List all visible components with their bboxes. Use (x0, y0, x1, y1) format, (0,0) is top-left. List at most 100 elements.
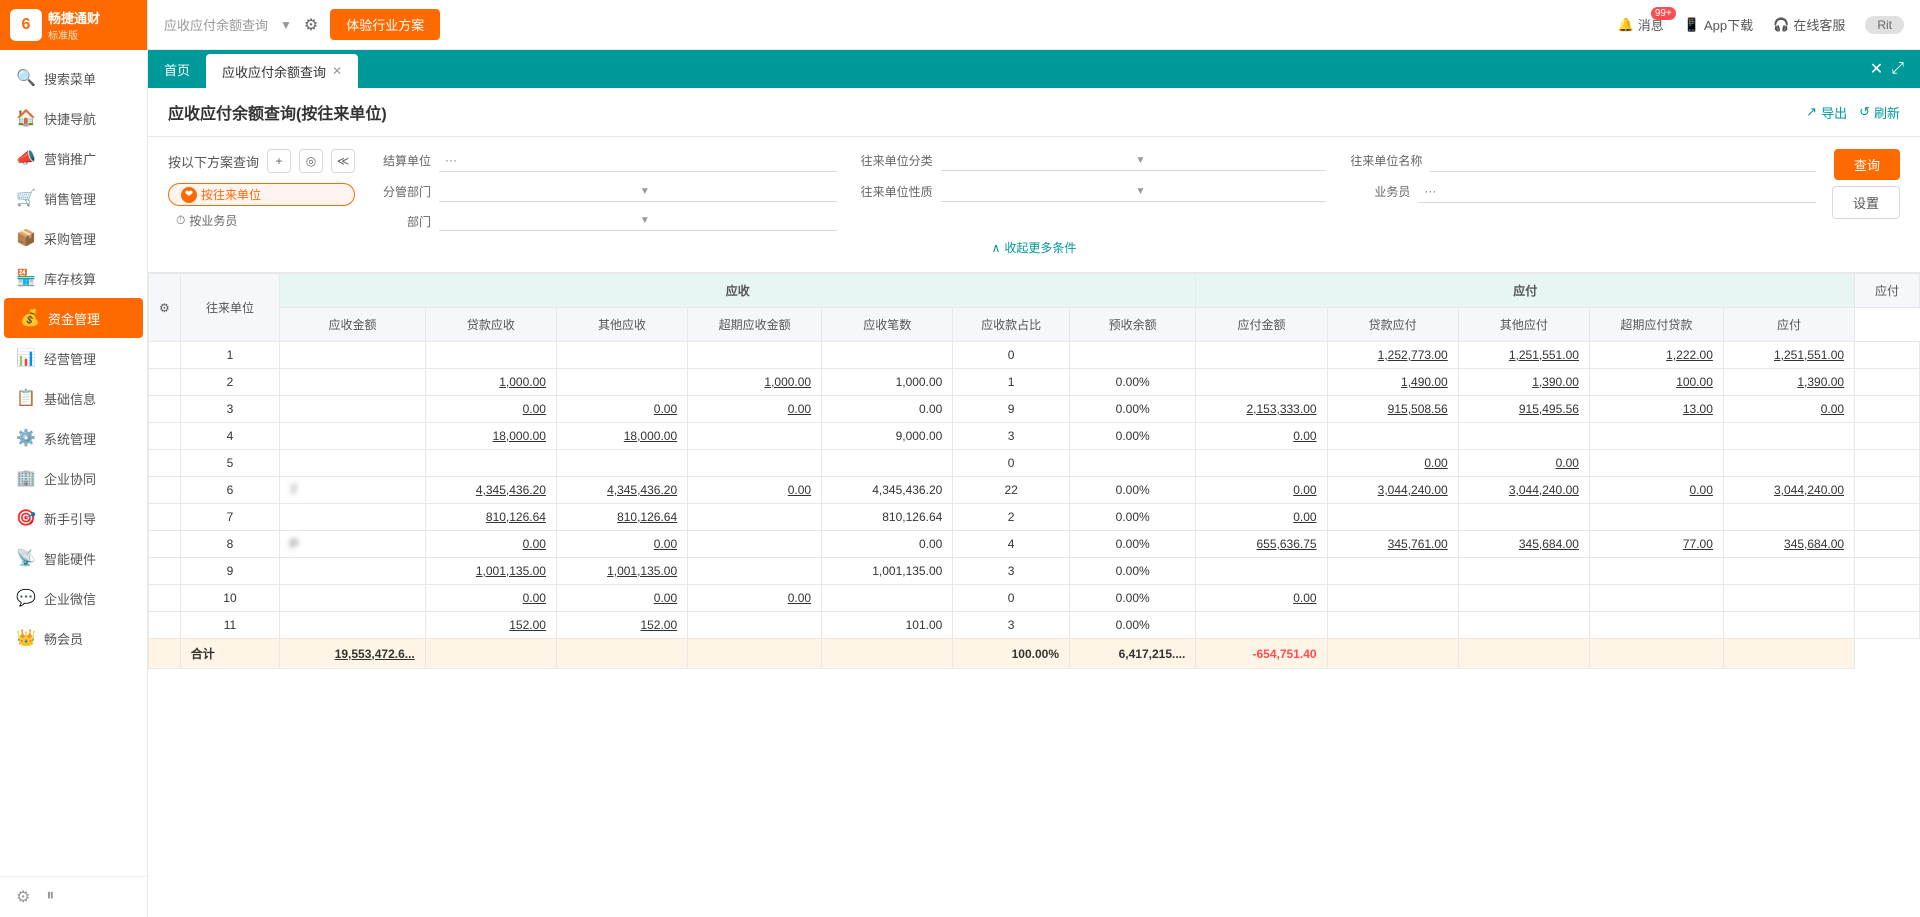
ap-loan-cell[interactable]: 1,251,551.00 (1458, 342, 1589, 369)
scheme-settings-button[interactable]: ◎ (299, 149, 323, 173)
ap-overdue-cell[interactable]: 1,251,551.00 (1723, 342, 1854, 369)
chevron-down-icon[interactable]: ▼ (280, 18, 292, 32)
sidebar-item-basic-info[interactable]: 📋 基础信息 (0, 378, 147, 418)
ap-loan-cell[interactable]: 3,044,240.00 (1458, 477, 1589, 504)
salesperson-input[interactable] (1418, 180, 1816, 203)
query-button[interactable]: 查询 (1834, 149, 1900, 180)
sidebar-item-inventory[interactable]: 🏪 库存核算 (0, 258, 147, 298)
ap-loan-cell[interactable]: 1,390.00 (1458, 369, 1589, 396)
sidebar-item-operations[interactable]: 📊 经营管理 (0, 338, 147, 378)
ar-advance-cell[interactable]: 655,636.75 (1196, 531, 1327, 558)
ap-other-cell[interactable]: 77.00 (1589, 531, 1723, 558)
tab-close-icon[interactable]: ✕ (332, 64, 342, 78)
scheme-by-salesperson[interactable]: ⏱ 按业务员 (168, 210, 355, 231)
scheme-by-partner[interactable]: ❤ 按往来单位 (168, 183, 355, 206)
ar-loan-cell[interactable]: 0.00 (556, 585, 687, 612)
ar-other-cell[interactable]: 0.00 (688, 477, 822, 504)
dept-select[interactable]: ▼ (439, 211, 837, 231)
notify-button[interactable]: 🔔 消息 99+ (1618, 15, 1664, 34)
sidebar-item-finance[interactable]: 💰 资金管理 (4, 298, 143, 338)
collapse-bottom-icon[interactable]: ⏸ (46, 887, 54, 907)
ap-amount-cell[interactable]: 0.00 (1327, 450, 1458, 477)
ar-amount-cell[interactable]: 0.00 (425, 531, 556, 558)
ap-amount-cell[interactable]: 3,044,240.00 (1327, 477, 1458, 504)
ap-amount-cell[interactable]: 1,490.00 (1327, 369, 1458, 396)
ar-amount-cell[interactable]: 18,000.00 (425, 423, 556, 450)
ap-overdue-cell[interactable]: 345,684.00 (1723, 531, 1854, 558)
user-menu[interactable]: Rit (1865, 16, 1904, 34)
sidebar-item-system[interactable]: ⚙️ 系统管理 (0, 418, 147, 458)
ar-loan-cell[interactable]: 0.00 (556, 531, 687, 558)
ar-loan-cell[interactable]: 18,000.00 (556, 423, 687, 450)
online-service-button[interactable]: 🎧 在线客服 (1773, 15, 1845, 34)
settings-bottom-icon[interactable]: ⚙ (16, 887, 30, 907)
ap-other-cell[interactable]: 1,222.00 (1589, 342, 1723, 369)
ap-overdue-cell[interactable]: 1,390.00 (1723, 369, 1854, 396)
table-container[interactable]: ⚙ 往来单位 应收 应付 应付 应收金额 贷款应收 其他应收 超期应收金额 应收… (148, 273, 1920, 917)
ap-overdue-cell[interactable]: 0.00 (1723, 396, 1854, 423)
settlement-unit-input[interactable] (439, 149, 837, 172)
partner-category-select[interactable]: ▼ (941, 151, 1327, 171)
sidebar-item-purchase[interactable]: 📦 采购管理 (0, 218, 147, 258)
ar-other-cell[interactable]: 0.00 (688, 585, 822, 612)
ar-other-cell[interactable]: 0.00 (688, 396, 822, 423)
sidebar-item-member[interactable]: 👑 畅会员 (0, 618, 147, 658)
ap-amount-cell[interactable]: 345,761.00 (1327, 531, 1458, 558)
refresh-button[interactable]: ↺ 刷新 (1859, 103, 1900, 122)
ap-other-cell[interactable]: 13.00 (1589, 396, 1723, 423)
ap-overdue-cell[interactable]: 3,044,240.00 (1723, 477, 1854, 504)
ar-advance-cell[interactable]: 0.00 (1196, 585, 1327, 612)
ar-advance-cell[interactable]: 0.00 (1196, 504, 1327, 531)
row-gear (149, 423, 181, 450)
ar-loan-cell[interactable]: 152.00 (556, 612, 687, 639)
ap-loan-cell[interactable]: 0.00 (1458, 450, 1589, 477)
ar-amount-cell[interactable]: 810,126.64 (425, 504, 556, 531)
add-scheme-button[interactable]: + (267, 149, 291, 173)
ar-amount-cell[interactable]: 1,001,135.00 (425, 558, 556, 585)
solution-button[interactable]: 体验行业方案 (330, 9, 440, 40)
ar-loan-cell[interactable]: 0.00 (556, 396, 687, 423)
app-download-button[interactable]: 📱 App下载 (1684, 15, 1753, 34)
ar-loan-cell[interactable]: 1,001,135.00 (556, 558, 687, 585)
sidebar-item-wechat[interactable]: 💬 企业微信 (0, 578, 147, 618)
sidebar-item-enterprise[interactable]: 🏢 企业协同 (0, 458, 147, 498)
sidebar-item-marketing[interactable]: 📣 营销推广 (0, 138, 147, 178)
sidebar-item-sales[interactable]: 🛒 销售管理 (0, 178, 147, 218)
sidebar-item-quick-nav[interactable]: 🏠 快捷导航 (0, 98, 147, 138)
ar-ratio-cell (1069, 450, 1195, 477)
gear-icon[interactable]: ⚙ (304, 15, 318, 35)
ap-other-cell[interactable]: 0.00 (1589, 477, 1723, 504)
tab-home[interactable]: 首页 (148, 50, 206, 88)
partner-nature-select[interactable]: ▼ (941, 182, 1327, 202)
ar-other-cell[interactable]: 1,000.00 (688, 369, 822, 396)
sidebar-item-smart-hw[interactable]: 📡 智能硬件 (0, 538, 147, 578)
sidebar-item-guide[interactable]: 🎯 新手引导 (0, 498, 147, 538)
dept-manage-select[interactable]: ▼ (439, 182, 837, 202)
ar-amount-cell[interactable]: 4,345,436.20 (425, 477, 556, 504)
ar-advance-cell[interactable]: 2,153,333.00 (1196, 396, 1327, 423)
ar-amount-cell[interactable]: 1,000.00 (425, 369, 556, 396)
ar-advance-cell[interactable]: 0.00 (1196, 477, 1327, 504)
ar-amount-cell[interactable]: 0.00 (425, 396, 556, 423)
scheme-collapse-button[interactable]: ≪ (331, 149, 355, 173)
ap-amount-cell[interactable]: 1,252,773.00 (1327, 342, 1458, 369)
ar-loan-cell[interactable]: 810,126.64 (556, 504, 687, 531)
gear-column-header[interactable]: ⚙ (149, 274, 181, 342)
ar-amount-cell[interactable]: 0.00 (425, 585, 556, 612)
close-window-icon[interactable]: ✕ (1870, 59, 1883, 79)
maximize-icon[interactable]: ⤢ (1891, 60, 1904, 78)
ap-loan-cell[interactable]: 345,684.00 (1458, 531, 1589, 558)
collapse-conditions-button[interactable]: ∧ 收起更多条件 (168, 235, 1900, 260)
ar-loan-cell[interactable]: 4,345,436.20 (556, 477, 687, 504)
export-button[interactable]: ↗ 导出 (1806, 103, 1847, 122)
partner-name-input[interactable] (1430, 149, 1816, 172)
ap-amount-cell[interactable]: 915,508.56 (1327, 396, 1458, 423)
sidebar-item-search[interactable]: 🔍 搜索菜单 (0, 58, 147, 98)
settings-button[interactable]: 设置 (1832, 186, 1900, 219)
ap-other-cell[interactable]: 100.00 (1589, 369, 1723, 396)
ap-loan-cell[interactable]: 915,495.56 (1458, 396, 1589, 423)
tab-ar-ap[interactable]: 应收应付余额查询 ✕ (206, 54, 358, 88)
ar-amount-cell[interactable]: 152.00 (425, 612, 556, 639)
footer-ar-amount[interactable]: 19,553,472.6... (280, 639, 426, 669)
ar-advance-cell[interactable]: 0.00 (1196, 423, 1327, 450)
